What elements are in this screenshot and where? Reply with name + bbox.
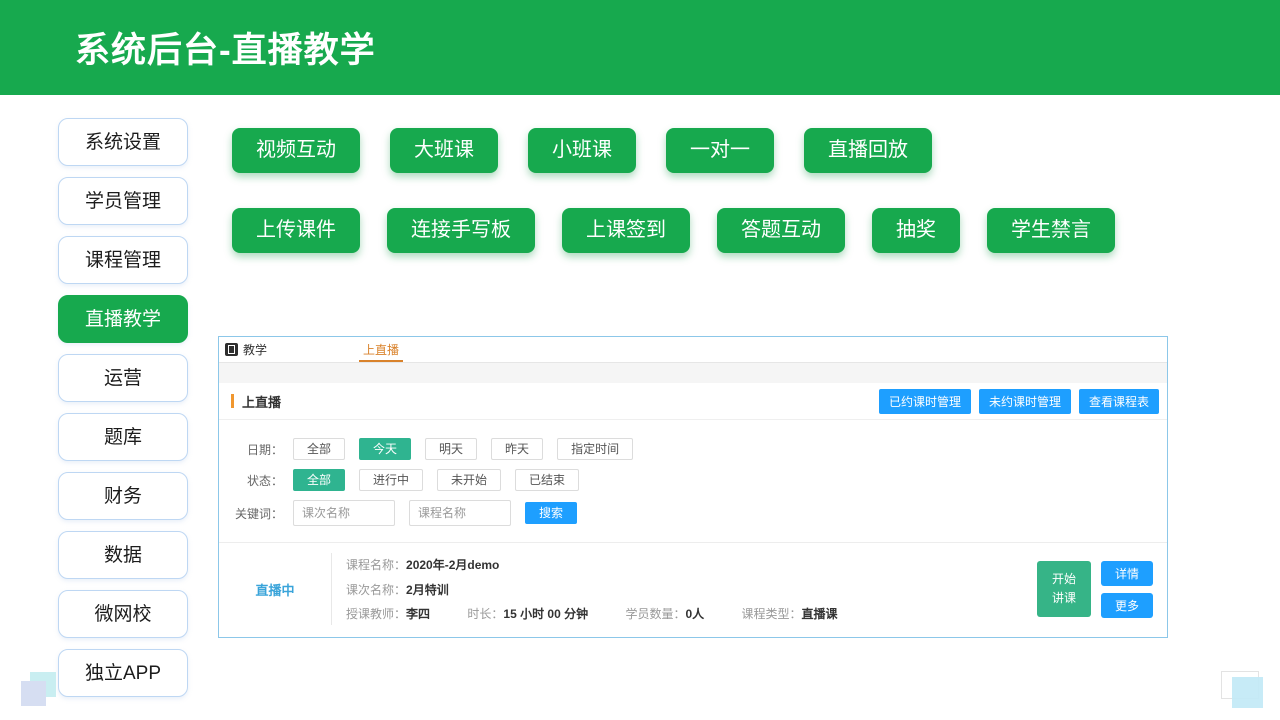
sidebar: 系统设置 学员管理 课程管理 直播教学 运营 题库 财务 数据 微网校 独立AP…: [58, 118, 188, 708]
page: 系统后台-直播教学 系统设置 学员管理 课程管理 直播教学 运营 题库 财务 数…: [0, 0, 1280, 720]
feature-upload-courseware-button[interactable]: 上传课件: [232, 208, 360, 253]
feature-one-on-one-button[interactable]: 一对一: [666, 128, 774, 173]
sidebar-item-finance[interactable]: 财务: [58, 472, 188, 520]
status-filter-finished[interactable]: 已结束: [515, 469, 579, 491]
date-filter-row: 日期： 全部 今天 明天 昨天 指定时间: [219, 438, 1167, 460]
keyword-filter-label: 关键词：: [219, 505, 283, 522]
teaching-app-icon: [225, 343, 238, 356]
decorative-square-cyan-right: [1232, 677, 1263, 708]
teacher-label: 授课教师：: [346, 607, 406, 621]
date-filter-yesterday[interactable]: 昨天: [491, 438, 543, 460]
status-filter-row: 状态： 全部 进行中 未开始 已结束: [219, 469, 1167, 491]
decorative-square-lavender-left: [21, 681, 46, 706]
sidebar-item-standalone-app[interactable]: 独立APP: [58, 649, 188, 697]
start-teaching-button[interactable]: 开始讲课: [1037, 561, 1091, 617]
tab-go-live[interactable]: 上直播: [355, 337, 407, 362]
view-timetable-button[interactable]: 查看课程表: [1079, 389, 1159, 414]
course-name-input[interactable]: [409, 500, 511, 526]
sidebar-item-micro-school[interactable]: 微网校: [58, 590, 188, 638]
orange-accent-bar: [231, 394, 234, 408]
page-header: 系统后台-直播教学: [0, 0, 1280, 95]
sidebar-item-student-management[interactable]: 学员管理: [58, 177, 188, 225]
sidebar-item-data[interactable]: 数据: [58, 531, 188, 579]
sidebar-item-system-settings[interactable]: 系统设置: [58, 118, 188, 166]
feature-live-replay-button[interactable]: 直播回放: [804, 128, 932, 173]
sidebar-item-live-teaching[interactable]: 直播教学: [58, 295, 188, 343]
feature-button-grid: 视频互动 大班课 小班课 一对一 直播回放 上传课件 连接手写板 上课签到 答题…: [232, 128, 1115, 288]
course-name-line: 课程名称：2020年-2月demo: [346, 556, 1037, 573]
filter-area: 日期： 全部 今天 明天 昨天 指定时间 状态： 全部 进行中 未开始 已结束 …: [219, 420, 1167, 542]
course-type-label: 课程类型：: [741, 607, 801, 621]
feature-video-interaction-button[interactable]: 视频互动: [232, 128, 360, 173]
status-filter-not-started[interactable]: 未开始: [437, 469, 501, 491]
date-filter-tomorrow[interactable]: 明天: [425, 438, 477, 460]
lesson-details: 课程名称：2020年-2月demo 课次名称：2月特训 授课教师：李四 时长：1…: [332, 543, 1037, 635]
page-title: 系统后台-直播教学: [0, 0, 1280, 68]
teaching-app-label: 教学: [243, 341, 267, 358]
feature-class-checkin-button[interactable]: 上课签到: [562, 208, 690, 253]
feature-row-1: 视频互动 大班课 小班课 一对一 直播回放: [232, 128, 1115, 173]
lesson-meta-line: 授课教师：李四 时长：15 小时 00 分钟 学员数量：0人 课程类型：直播课: [346, 605, 1037, 622]
panel-tab-bar: 教学 上直播: [219, 337, 1167, 363]
date-filter-custom[interactable]: 指定时间: [557, 438, 633, 460]
live-admin-panel: 教学 上直播 上直播 已约课时管理 未约课时管理 查看课程表 日期： 全部 今天…: [218, 336, 1168, 638]
booked-lessons-button[interactable]: 已约课时管理: [879, 389, 971, 414]
more-button[interactable]: 更多: [1101, 593, 1153, 618]
feature-row-2: 上传课件 连接手写板 上课签到 答题互动 抽奖 学生禁言: [232, 208, 1115, 253]
feature-lottery-button[interactable]: 抽奖: [872, 208, 960, 253]
date-filter-label: 日期：: [219, 441, 283, 458]
unbooked-lessons-button[interactable]: 未约课时管理: [979, 389, 1071, 414]
feature-quiz-interaction-button[interactable]: 答题互动: [717, 208, 845, 253]
status-filter-ongoing[interactable]: 进行中: [359, 469, 423, 491]
course-name-label: 课程名称：: [346, 558, 406, 572]
feature-small-class-button[interactable]: 小班课: [528, 128, 636, 173]
date-filter-all[interactable]: 全部: [293, 438, 345, 460]
lesson-name-value: 2月特训: [406, 583, 449, 597]
date-filter-today[interactable]: 今天: [359, 438, 411, 460]
feature-writing-tablet-button[interactable]: 连接手写板: [387, 208, 535, 253]
sidebar-item-operations[interactable]: 运营: [58, 354, 188, 402]
sidebar-item-course-management[interactable]: 课程管理: [58, 236, 188, 284]
feature-large-class-button[interactable]: 大班课: [390, 128, 498, 173]
students-label: 学员数量：: [625, 607, 685, 621]
section-header: 上直播 已约课时管理 未约课时管理 查看课程表: [219, 383, 1167, 419]
teacher-value: 李四: [406, 607, 430, 621]
status-filter-label: 状态：: [219, 472, 283, 489]
section-title: 上直播: [242, 392, 281, 411]
keyword-filter-row: 关键词： 搜索: [219, 500, 1167, 526]
course-type-value: 直播课: [802, 607, 838, 621]
live-status-badge: 直播中: [219, 543, 331, 635]
panel-spacer-band: [219, 363, 1167, 383]
lesson-name-label: 课次名称：: [346, 583, 406, 597]
lesson-actions: 开始讲课 详情 更多: [1037, 543, 1167, 635]
detail-button[interactable]: 详情: [1101, 561, 1153, 586]
students-value: 0人: [685, 607, 704, 621]
mini-action-column: 详情 更多: [1101, 561, 1153, 618]
section-header-buttons: 已约课时管理 未约课时管理 查看课程表: [879, 389, 1159, 414]
status-filter-all[interactable]: 全部: [293, 469, 345, 491]
lesson-name-input[interactable]: [293, 500, 395, 526]
feature-mute-students-button[interactable]: 学生禁言: [987, 208, 1115, 253]
lesson-name-line: 课次名称：2月特训: [346, 581, 1037, 598]
search-button[interactable]: 搜索: [525, 502, 577, 524]
duration-value: 15 小时 00 分钟: [503, 607, 588, 621]
live-lesson-row: 直播中 课程名称：2020年-2月demo 课次名称：2月特训 授课教师：李四 …: [219, 542, 1167, 635]
duration-label: 时长：: [467, 607, 503, 621]
course-name-value: 2020年-2月demo: [406, 558, 499, 572]
sidebar-item-question-bank[interactable]: 题库: [58, 413, 188, 461]
